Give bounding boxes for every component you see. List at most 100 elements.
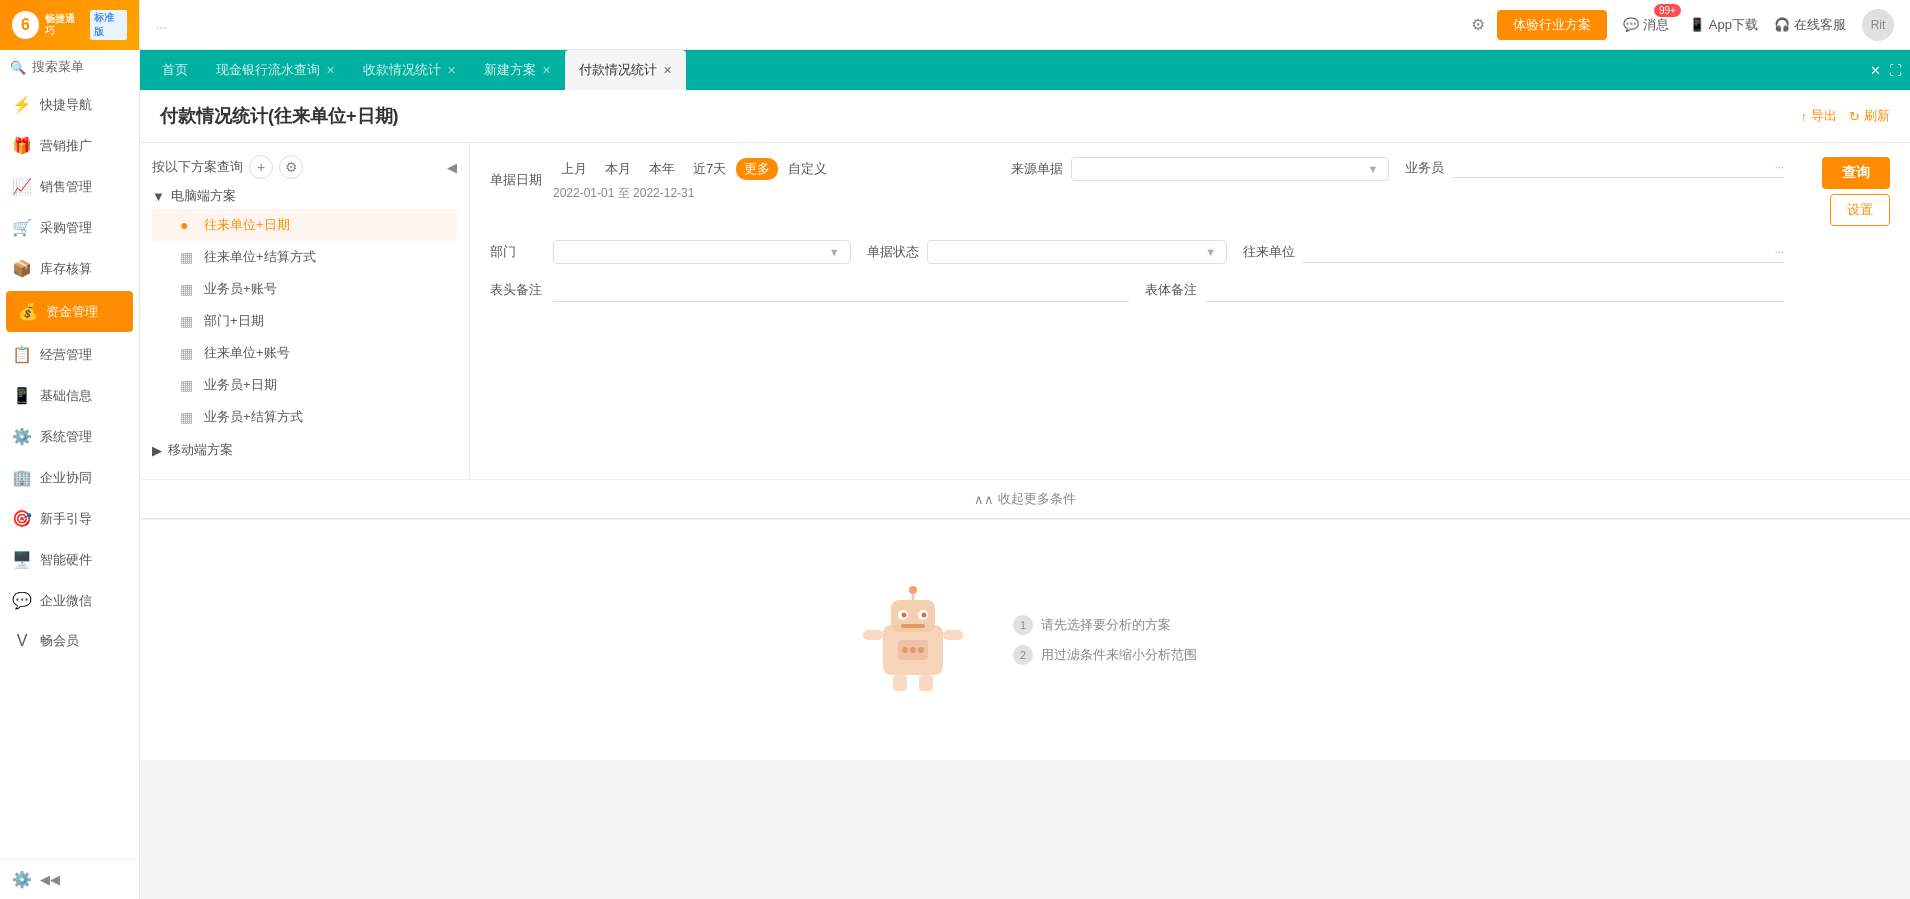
date-btn-more[interactable]: 更多: [736, 158, 778, 180]
search-menu[interactable]: 🔍 搜索菜单: [0, 50, 139, 84]
sidebar-item-xitong[interactable]: ⚙️ 系统管理: [0, 416, 139, 457]
scheme-group-mobile: ▶ 移动端方案: [152, 441, 457, 459]
chevron-right-icon: ▶: [152, 443, 162, 458]
breadcrumb-path: ...: [156, 17, 167, 32]
scheme-item-icon-6: ▦: [180, 377, 198, 393]
tab-new-scheme[interactable]: 新建方案 ✕: [470, 50, 565, 90]
messages-action[interactable]: 💬 消息 99+: [1619, 12, 1673, 38]
footer-settings-icon[interactable]: ⚙️: [12, 870, 32, 889]
staff-label: 业务员: [1405, 159, 1444, 177]
tab-payments-close[interactable]: ✕: [663, 64, 672, 77]
tab-cashflow[interactable]: 现金银行流水查询 ✕: [202, 50, 349, 90]
date-btn-custom[interactable]: 自定义: [780, 157, 835, 181]
filter-row-3: 表头备注 表体备注: [490, 278, 1890, 302]
app-download-action[interactable]: 📱 App下载: [1689, 16, 1758, 34]
filter-unit-field: 往来单位 ···: [1243, 242, 1784, 263]
header-settings-icon[interactable]: ⚙: [1471, 15, 1485, 34]
top-header: ... ⚙ 体验行业方案 💬 消息 99+ 📱 App下载 🎧 在线客服 Rit: [140, 0, 1910, 50]
dept-label: 部门: [490, 243, 545, 261]
collapse-button[interactable]: ∧∧ 收起更多条件: [974, 490, 1076, 508]
settings-button[interactable]: 设置: [1830, 194, 1890, 226]
sidebar-item-kuaijie[interactable]: ⚡ 快捷导航: [0, 84, 139, 125]
tab-home[interactable]: 首页: [148, 50, 202, 90]
hint-text-1: 请先选择要分析的方案: [1041, 616, 1171, 634]
sidebar-item-jichu[interactable]: 📱 基础信息: [0, 375, 139, 416]
sidebar-item-zhineng[interactable]: 🖥️ 智能硬件: [0, 539, 139, 580]
sidebar-item-qiye[interactable]: 🏢 企业协同: [0, 457, 139, 498]
trial-button[interactable]: 体验行业方案: [1497, 10, 1607, 40]
tab-payments[interactable]: 付款情况统计 ✕: [565, 50, 686, 90]
date-btn-last-month[interactable]: 上月: [553, 157, 595, 181]
tab-payments-label: 付款情况统计: [579, 61, 657, 79]
empty-state-inner: 1 请先选择要分析的方案 2 用过滤条件来缩小分析范围: [853, 580, 1197, 700]
empty-state-illustration: [853, 580, 973, 700]
filter-date-field: 单据日期 上月 本月 本年 近7天 更多 自定义 2022-01-01 至 20…: [490, 157, 995, 202]
export-button[interactable]: ↑ 导出: [1801, 107, 1838, 125]
tab-receipts-close[interactable]: ✕: [447, 64, 456, 77]
date-btn-this-year[interactable]: 本年: [641, 157, 683, 181]
tab-home-label: 首页: [162, 61, 188, 79]
tab-cashflow-close[interactable]: ✕: [326, 64, 335, 77]
date-btn-this-month[interactable]: 本月: [597, 157, 639, 181]
header-right: 💬 消息 99+ 📱 App下载 🎧 在线客服 Rit: [1619, 9, 1894, 41]
page-title: 付款情况统计(往来单位+日期): [160, 104, 399, 128]
dept-select[interactable]: ▼: [553, 240, 851, 264]
body-note-label: 表体备注: [1145, 281, 1197, 299]
filter-dept-field: 部门 ▼: [490, 240, 851, 264]
scheme-item-icon-4: ▦: [180, 313, 198, 329]
scheme-item-unit-settle[interactable]: ▦ 往来单位+结算方式: [152, 241, 457, 273]
query-button[interactable]: 查询: [1822, 157, 1890, 189]
headset-icon: 🎧: [1774, 17, 1790, 32]
dept-arrow-icon: ▼: [829, 246, 840, 258]
user-avatar[interactable]: Rit: [1862, 9, 1894, 41]
tab-close-all-icon[interactable]: ✕: [1870, 63, 1881, 78]
sidebar-item-xinshou[interactable]: 🎯 新手引导: [0, 498, 139, 539]
scheme-item-staff-date[interactable]: ▦ 业务员+日期: [152, 369, 457, 401]
tab-receipts[interactable]: 收款情况统计 ✕: [349, 50, 470, 90]
scheme-settings-button[interactable]: ⚙: [279, 155, 303, 179]
date-btn-7days[interactable]: 近7天: [685, 157, 734, 181]
staff-input[interactable]: ···: [1452, 157, 1784, 178]
scheme-collapse-button[interactable]: ◀: [447, 160, 457, 175]
svg-point-4: [902, 613, 907, 618]
scheme-item-unit-date[interactable]: ● 往来单位+日期: [152, 209, 457, 241]
sidebar-item-kucun[interactable]: 📦 库存核算: [0, 248, 139, 289]
status-select[interactable]: ▼: [927, 240, 1228, 264]
filter-body-note-field: 表体备注: [1145, 278, 1784, 302]
scheme-item-unit-account[interactable]: ▦ 往来单位+账号: [152, 337, 457, 369]
conditions-rows: 单据日期 上月 本月 本年 近7天 更多 自定义 2022-01-01 至 20…: [490, 157, 1890, 302]
scheme-group-pc-title[interactable]: ▼ 电脑端方案: [152, 187, 457, 205]
filter-row-2: 部门 ▼ 单据状态 ▼: [490, 240, 1890, 264]
source-select[interactable]: ▼: [1071, 157, 1390, 181]
scheme-group-mobile-title[interactable]: ▶ 移动端方案: [152, 441, 457, 459]
sidebar-item-caigou[interactable]: 🛒 采购管理: [0, 207, 139, 248]
svg-point-5: [922, 613, 927, 618]
online-service-action[interactable]: 🎧 在线客服: [1774, 16, 1846, 34]
status-arrow-icon: ▼: [1205, 246, 1216, 258]
add-scheme-button[interactable]: +: [249, 155, 273, 179]
sidebar-item-yingxiao[interactable]: 🎁 营销推广: [0, 125, 139, 166]
tab-new-scheme-close[interactable]: ✕: [542, 64, 551, 77]
nav-icon-xiaoshou: 📈: [12, 177, 32, 196]
hint-text-2: 用过滤条件来缩小分析范围: [1041, 646, 1197, 664]
tab-fullscreen-icon[interactable]: ⛶: [1889, 63, 1902, 78]
nav-icon-jichu: 📱: [12, 386, 32, 405]
sidebar-footer: ⚙️ ◀◀: [0, 859, 139, 899]
body-note-input[interactable]: [1205, 278, 1784, 302]
main-content: ... ⚙ 体验行业方案 💬 消息 99+ 📱 App下载 🎧 在线客服 Rit: [140, 0, 1910, 899]
scheme-item-dept-date[interactable]: ▦ 部门+日期: [152, 305, 457, 337]
scheme-item-staff-account[interactable]: ▦ 业务员+账号: [152, 273, 457, 305]
sidebar-item-xiaoshou[interactable]: 📈 销售管理: [0, 166, 139, 207]
footer-collapse-icon[interactable]: ◀◀: [40, 872, 60, 887]
scheme-item-staff-settle[interactable]: ▦ 业务员+结算方式: [152, 401, 457, 433]
tab-bar: 首页 现金银行流水查询 ✕ 收款情况统计 ✕ 新建方案 ✕ 付款情况统计 ✕ ✕…: [140, 50, 1910, 90]
refresh-button[interactable]: ↻ 刷新: [1849, 107, 1890, 125]
sidebar-item-weixin[interactable]: 💬 企业微信: [0, 580, 139, 621]
header-note-input[interactable]: [553, 278, 1129, 302]
sidebar-item-zijin[interactable]: 💰 资金管理: [6, 291, 133, 332]
sidebar-item-changhui[interactable]: V 畅会员: [0, 621, 139, 661]
sidebar-item-jingying[interactable]: 📋 经营管理: [0, 334, 139, 375]
scheme-active-icon: ●: [180, 217, 198, 233]
unit-input[interactable]: ···: [1303, 242, 1784, 263]
svg-rect-12: [943, 630, 963, 640]
